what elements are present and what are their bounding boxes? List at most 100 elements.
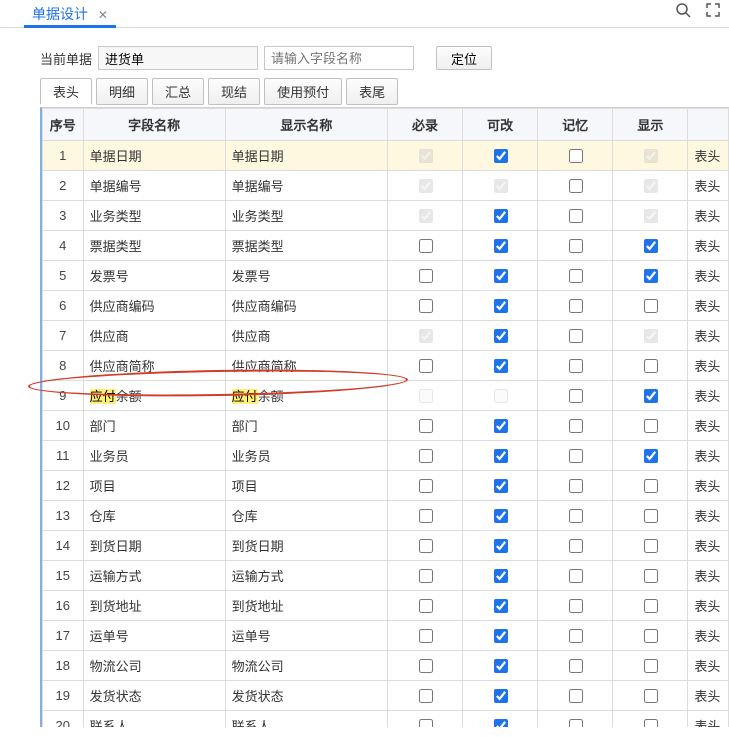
checkbox[interactable] bbox=[494, 719, 508, 728]
checkbox[interactable] bbox=[494, 329, 508, 343]
col-display[interactable]: 显示名称 bbox=[225, 109, 387, 141]
table-row[interactable]: 13仓库仓库表头 bbox=[43, 501, 729, 531]
checkbox[interactable] bbox=[419, 569, 433, 583]
subtab-5[interactable]: 表尾 bbox=[346, 78, 398, 105]
checkbox[interactable] bbox=[644, 479, 658, 493]
checkbox[interactable] bbox=[644, 359, 658, 373]
subtab-2[interactable]: 汇总 bbox=[152, 78, 204, 105]
checkbox[interactable] bbox=[494, 209, 508, 223]
checkbox[interactable] bbox=[569, 629, 583, 643]
checkbox[interactable] bbox=[569, 719, 583, 728]
subtab-4[interactable]: 使用预付 bbox=[264, 78, 342, 105]
checkbox[interactable] bbox=[494, 359, 508, 373]
table-row[interactable]: 4票据类型票据类型表头 bbox=[43, 231, 729, 261]
checkbox[interactable] bbox=[419, 359, 433, 373]
checkbox[interactable] bbox=[569, 449, 583, 463]
table-row[interactable]: 10部门部门表头 bbox=[43, 411, 729, 441]
checkbox[interactable] bbox=[494, 299, 508, 313]
checkbox[interactable] bbox=[494, 509, 508, 523]
table-row[interactable]: 1单据日期单据日期表头 bbox=[43, 141, 729, 171]
checkbox[interactable] bbox=[644, 419, 658, 433]
checkbox[interactable] bbox=[419, 419, 433, 433]
table-row[interactable]: 19发货状态发货状态表头 bbox=[43, 681, 729, 711]
table-row[interactable]: 18物流公司物流公司表头 bbox=[43, 651, 729, 681]
checkbox[interactable] bbox=[494, 599, 508, 613]
checkbox[interactable] bbox=[644, 239, 658, 253]
subtab-1[interactable]: 明细 bbox=[96, 78, 148, 105]
table-row[interactable]: 7供应商供应商表头 bbox=[43, 321, 729, 351]
checkbox[interactable] bbox=[419, 629, 433, 643]
table-row[interactable]: 3业务类型业务类型表头 bbox=[43, 201, 729, 231]
col-field[interactable]: 字段名称 bbox=[83, 109, 225, 141]
checkbox[interactable] bbox=[569, 509, 583, 523]
checkbox[interactable] bbox=[494, 659, 508, 673]
checkbox[interactable] bbox=[644, 689, 658, 703]
checkbox[interactable] bbox=[644, 659, 658, 673]
table-row[interactable]: 20联系人联系人表头 bbox=[43, 711, 729, 728]
checkbox[interactable] bbox=[644, 539, 658, 553]
table-row[interactable]: 5发票号发票号表头 bbox=[43, 261, 729, 291]
col-memory[interactable]: 记忆 bbox=[538, 109, 613, 141]
checkbox[interactable] bbox=[494, 539, 508, 553]
checkbox[interactable] bbox=[569, 269, 583, 283]
table-row[interactable]: 6供应商编码供应商编码表头 bbox=[43, 291, 729, 321]
checkbox[interactable] bbox=[569, 179, 583, 193]
checkbox[interactable] bbox=[419, 299, 433, 313]
checkbox[interactable] bbox=[569, 389, 583, 403]
table-row[interactable]: 12项目项目表头 bbox=[43, 471, 729, 501]
checkbox[interactable] bbox=[569, 659, 583, 673]
checkbox[interactable] bbox=[569, 359, 583, 373]
checkbox[interactable] bbox=[644, 269, 658, 283]
checkbox[interactable] bbox=[494, 239, 508, 253]
checkbox[interactable] bbox=[644, 389, 658, 403]
checkbox[interactable] bbox=[569, 419, 583, 433]
page-tab[interactable]: 单据设计 ✕ bbox=[24, 0, 116, 28]
col-required[interactable]: 必录 bbox=[388, 109, 463, 141]
checkbox[interactable] bbox=[569, 209, 583, 223]
table-row[interactable]: 15运输方式运输方式表头 bbox=[43, 561, 729, 591]
checkbox[interactable] bbox=[419, 449, 433, 463]
table-row[interactable]: 14到货日期到货日期表头 bbox=[43, 531, 729, 561]
checkbox[interactable] bbox=[494, 629, 508, 643]
col-show[interactable]: 显示 bbox=[613, 109, 688, 141]
checkbox[interactable] bbox=[569, 569, 583, 583]
checkbox[interactable] bbox=[644, 719, 658, 728]
checkbox[interactable] bbox=[644, 509, 658, 523]
checkbox[interactable] bbox=[569, 299, 583, 313]
checkbox[interactable] bbox=[644, 599, 658, 613]
col-editable[interactable]: 可改 bbox=[463, 109, 538, 141]
checkbox[interactable] bbox=[419, 689, 433, 703]
table-row[interactable]: 11业务员业务员表头 bbox=[43, 441, 729, 471]
checkbox[interactable] bbox=[569, 239, 583, 253]
checkbox[interactable] bbox=[419, 239, 433, 253]
checkbox[interactable] bbox=[494, 419, 508, 433]
checkbox[interactable] bbox=[644, 629, 658, 643]
checkbox[interactable] bbox=[419, 719, 433, 728]
subtab-3[interactable]: 现结 bbox=[208, 78, 260, 105]
checkbox[interactable] bbox=[644, 449, 658, 463]
col-num[interactable]: 序号 bbox=[43, 109, 84, 141]
checkbox[interactable] bbox=[644, 569, 658, 583]
checkbox[interactable] bbox=[419, 479, 433, 493]
checkbox[interactable] bbox=[569, 329, 583, 343]
table-row[interactable]: 16到货地址到货地址表头 bbox=[43, 591, 729, 621]
checkbox[interactable] bbox=[569, 599, 583, 613]
table-row[interactable]: 8供应商简称供应商简称表头 bbox=[43, 351, 729, 381]
subtab-0[interactable]: 表头 bbox=[40, 78, 92, 105]
locate-button[interactable]: 定位 bbox=[436, 46, 492, 70]
table-row[interactable]: 17运单号运单号表头 bbox=[43, 621, 729, 651]
checkbox[interactable] bbox=[569, 689, 583, 703]
table-row[interactable]: 9应付余额应付余额表头 bbox=[43, 381, 729, 411]
checkbox[interactable] bbox=[494, 569, 508, 583]
search-icon[interactable] bbox=[675, 2, 691, 23]
table-row[interactable]: 2单据编号单据编号表头 bbox=[43, 171, 729, 201]
fullscreen-icon[interactable] bbox=[705, 2, 721, 23]
checkbox[interactable] bbox=[494, 269, 508, 283]
checkbox[interactable] bbox=[569, 539, 583, 553]
checkbox[interactable] bbox=[494, 149, 508, 163]
checkbox[interactable] bbox=[419, 599, 433, 613]
checkbox[interactable] bbox=[419, 539, 433, 553]
checkbox[interactable] bbox=[419, 659, 433, 673]
search-input[interactable] bbox=[264, 46, 414, 70]
checkbox[interactable] bbox=[419, 509, 433, 523]
